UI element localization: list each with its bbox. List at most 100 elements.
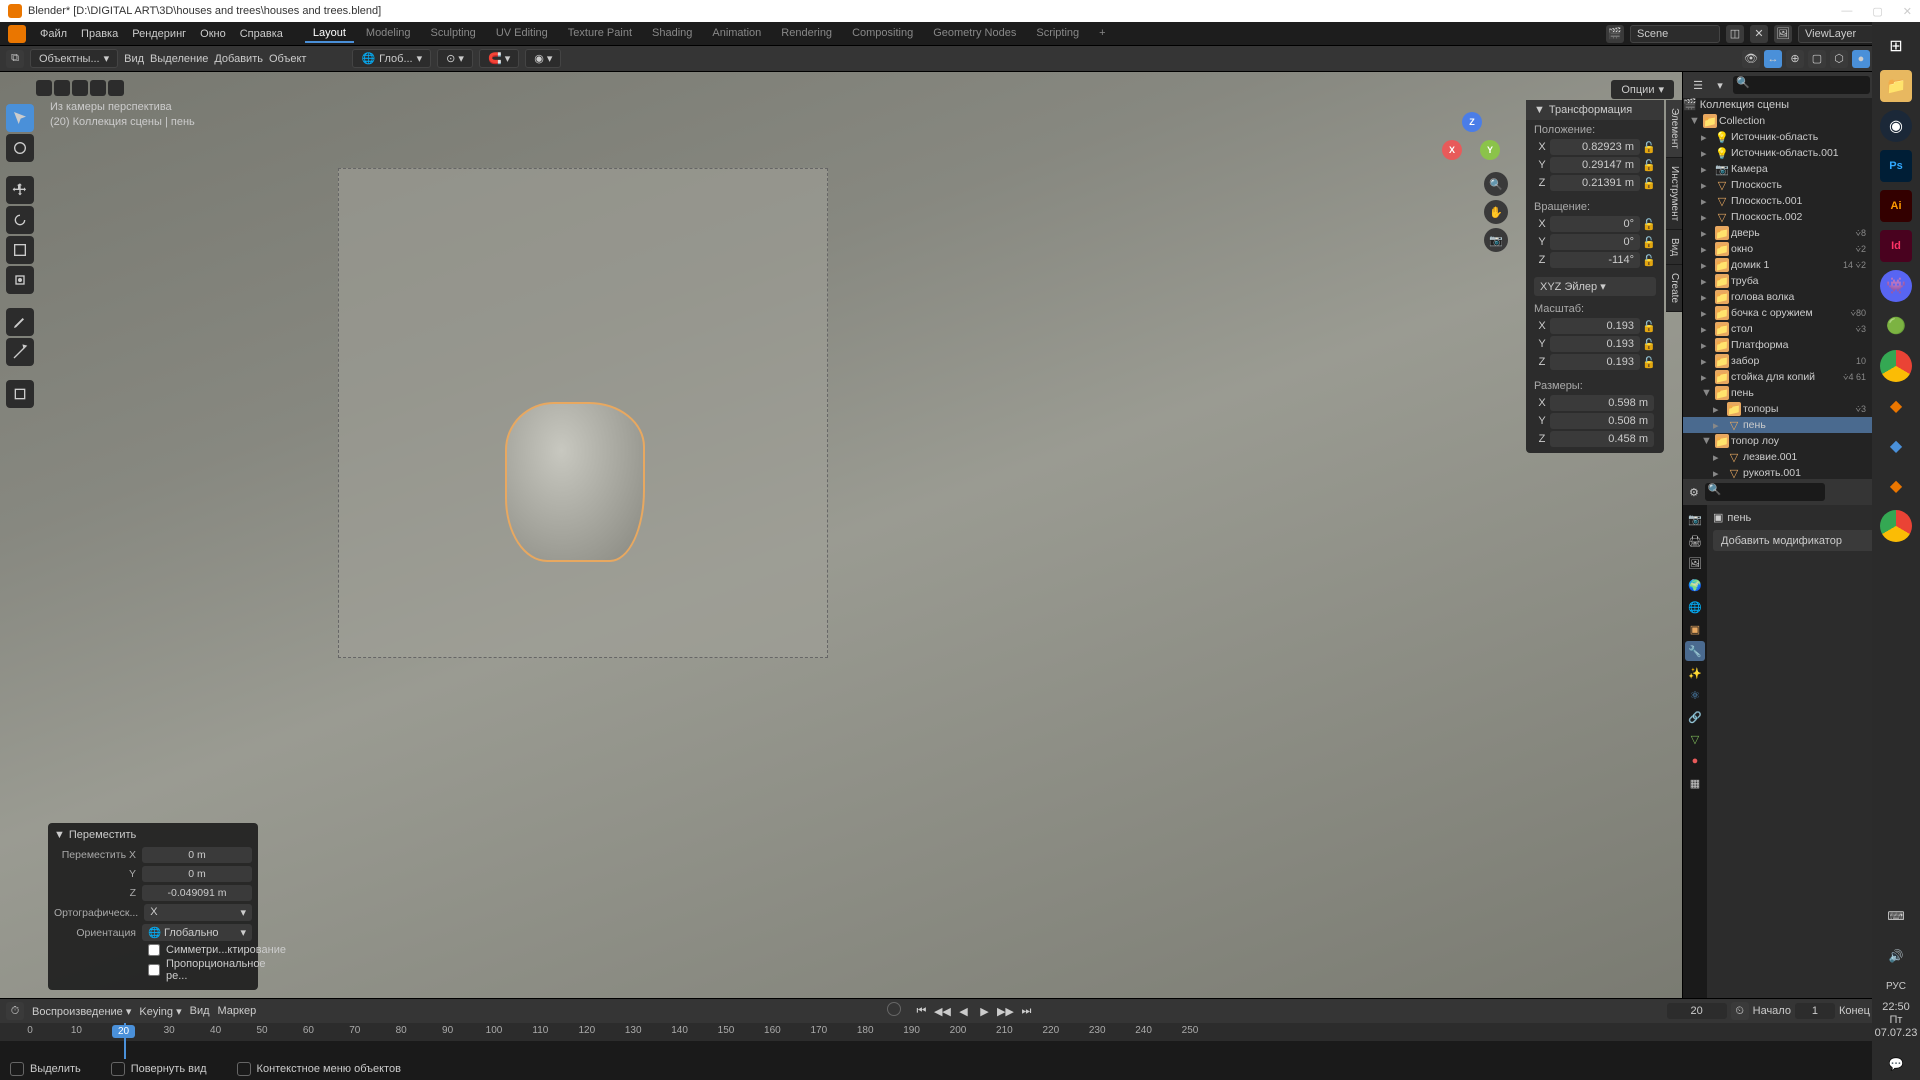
menu-file[interactable]: Файл — [40, 28, 67, 40]
pivot-dropdown[interactable]: ⊙ ▾ — [437, 49, 473, 68]
shade-solid-icon[interactable]: ● — [1852, 50, 1870, 68]
windows-start-icon[interactable]: ⊞ — [1880, 30, 1912, 62]
tab-scripting[interactable]: Scripting — [1028, 25, 1087, 43]
gizmo-y-icon[interactable]: Y — [1480, 140, 1500, 160]
hdr-view[interactable]: Вид — [124, 53, 144, 65]
expand-icon[interactable]: ▸ — [1701, 275, 1713, 288]
timeline-marker[interactable]: Маркер — [218, 1005, 257, 1017]
tab-uv[interactable]: UV Editing — [488, 25, 556, 43]
expand-icon[interactable]: ▸ — [1701, 339, 1713, 352]
maximize-button[interactable]: ▢ — [1872, 5, 1882, 18]
blender-menu-icon[interactable] — [8, 25, 26, 43]
blender-taskbar-icon[interactable]: ◆ — [1880, 390, 1912, 422]
timeline-editor-icon[interactable]: ⏱ — [6, 1002, 24, 1020]
tab-animation[interactable]: Animation — [704, 25, 769, 43]
lock-icon[interactable]: 🔓 — [1642, 253, 1656, 267]
expand-icon[interactable]: ▸ — [1701, 131, 1713, 144]
scene-name-input[interactable] — [1630, 25, 1720, 43]
prop-output-icon[interactable]: 🖨 — [1685, 531, 1705, 551]
outliner-search-input[interactable]: 🔍 — [1733, 76, 1870, 94]
preview-range-icon[interactable]: ⏲ — [1731, 1002, 1749, 1020]
dim-y-input[interactable]: 0.508 m — [1550, 413, 1654, 429]
prop-data-icon[interactable]: ▽ — [1685, 729, 1705, 749]
expand-icon[interactable]: ▼ — [1689, 115, 1701, 127]
expand-icon[interactable]: ▼ — [1701, 387, 1713, 399]
start-frame-input[interactable]: 1 — [1795, 1003, 1835, 1019]
expand-icon[interactable]: ▸ — [1701, 291, 1713, 304]
hdr-select[interactable]: Выделение — [150, 53, 208, 65]
props-search-input[interactable]: 🔍 — [1705, 483, 1825, 501]
tab-layout[interactable]: Layout — [305, 25, 354, 43]
timeline-playback[interactable]: Воспроизведение ▾ — [32, 1005, 131, 1018]
tab-shading[interactable]: Shading — [644, 25, 700, 43]
outliner-display-icon[interactable]: ▾ — [1711, 76, 1729, 94]
move-tool[interactable] — [6, 176, 34, 204]
hdr-object[interactable]: Объект — [269, 53, 306, 65]
lock-icon[interactable]: 🔓 — [1642, 355, 1656, 369]
rot-z-input[interactable]: -114° — [1550, 252, 1640, 268]
viewlayer-icon[interactable]: 🖼 — [1774, 25, 1792, 43]
gizmo-x-icon[interactable]: X — [1442, 140, 1462, 160]
prop-scene-icon[interactable]: 🌍 — [1685, 575, 1705, 595]
expand-icon[interactable]: ▸ — [1701, 163, 1713, 176]
transform-header[interactable]: ▼ Трансформация — [1526, 100, 1664, 120]
proportional-dropdown[interactable]: ◉ ▾ — [525, 49, 561, 68]
rot-y-input[interactable]: 0° — [1550, 234, 1640, 250]
expand-icon[interactable]: ▸ — [1701, 259, 1713, 272]
dim-x-input[interactable]: 0.598 m — [1550, 395, 1654, 411]
expand-icon[interactable]: ▸ — [1701, 371, 1713, 384]
gizmo-z-icon[interactable]: Z — [1462, 112, 1482, 132]
loc-z-input[interactable]: 0.21391 m — [1550, 175, 1640, 191]
sidetab-create[interactable]: Create — [1666, 265, 1682, 312]
lock-icon[interactable]: 🔓 — [1642, 337, 1656, 351]
transform-tool[interactable] — [6, 266, 34, 294]
expand-icon[interactable]: ▸ — [1701, 307, 1713, 320]
op-move-z-input[interactable]: -0.049091 m — [142, 885, 252, 901]
expand-icon[interactable]: ▸ — [1701, 179, 1713, 192]
steam-icon[interactable]: ◉ — [1880, 110, 1912, 142]
zoom-icon[interactable]: 🔍 — [1484, 172, 1508, 196]
discord-icon[interactable]: 👾 — [1880, 270, 1912, 302]
select-tool[interactable] — [6, 104, 34, 132]
prop-object-icon[interactable]: ▣ — [1685, 619, 1705, 639]
illustrator-icon[interactable]: Ai — [1880, 190, 1912, 222]
autokey-icon[interactable] — [887, 1002, 901, 1016]
prop-physics-icon[interactable]: ⚛ — [1685, 685, 1705, 705]
measure-tool[interactable] — [6, 338, 34, 366]
orientation-dropdown[interactable]: 🌐 Глоб... ▾ — [352, 49, 431, 68]
tray-lang[interactable]: РУС — [1886, 980, 1906, 993]
expand-icon[interactable]: ▸ — [1701, 243, 1713, 256]
expand-icon[interactable]: ▸ — [1713, 419, 1725, 432]
lock-icon[interactable]: 🔓 — [1642, 319, 1656, 333]
expand-icon[interactable]: ▼ — [1701, 435, 1713, 447]
prop-world-icon[interactable]: 🌐 — [1685, 597, 1705, 617]
indesign-icon[interactable]: Id — [1880, 230, 1912, 262]
loc-x-input[interactable]: 0.82923 m — [1550, 139, 1640, 155]
tray-sound-icon[interactable]: 🔊 — [1880, 940, 1912, 972]
visibility-icon[interactable]: 👁 — [1742, 50, 1760, 68]
tab-sculpting[interactable]: Sculpting — [423, 25, 484, 43]
play-reverse-icon[interactable]: ◀ — [954, 1002, 972, 1020]
operator-header[interactable]: ▼ Переместить — [54, 829, 252, 841]
blender2-icon[interactable]: ◆ — [1880, 470, 1912, 502]
expand-icon[interactable]: ▸ — [1701, 355, 1713, 368]
jump-start-icon[interactable]: ⏮ — [912, 1002, 930, 1020]
expand-icon[interactable]: ▸ — [1701, 147, 1713, 160]
expand-icon[interactable]: ▸ — [1701, 227, 1713, 240]
select-mode4-icon[interactable] — [90, 80, 106, 96]
select-mode3-icon[interactable] — [72, 80, 88, 96]
chrome2-icon[interactable] — [1880, 510, 1912, 542]
prop-particle-icon[interactable]: ✨ — [1685, 663, 1705, 683]
app-icon[interactable]: 🟢 — [1880, 310, 1912, 342]
explorer-icon[interactable]: 📁 — [1880, 70, 1912, 102]
add-workspace-button[interactable]: + — [1091, 25, 1113, 43]
expand-icon[interactable]: ▸ — [1713, 451, 1725, 464]
hdr-add[interactable]: Добавить — [214, 53, 263, 65]
tray-input-icon[interactable]: ⌨ — [1880, 900, 1912, 932]
tab-texture[interactable]: Texture Paint — [560, 25, 640, 43]
jump-end-icon[interactable]: ⏭ — [1017, 1002, 1035, 1020]
tab-compositing[interactable]: Compositing — [844, 25, 921, 43]
sidetab-view[interactable]: Вид — [1666, 230, 1682, 265]
editor-type-icon[interactable]: ⧉ — [6, 50, 24, 68]
camera-view-icon[interactable]: 📷 — [1484, 228, 1508, 252]
